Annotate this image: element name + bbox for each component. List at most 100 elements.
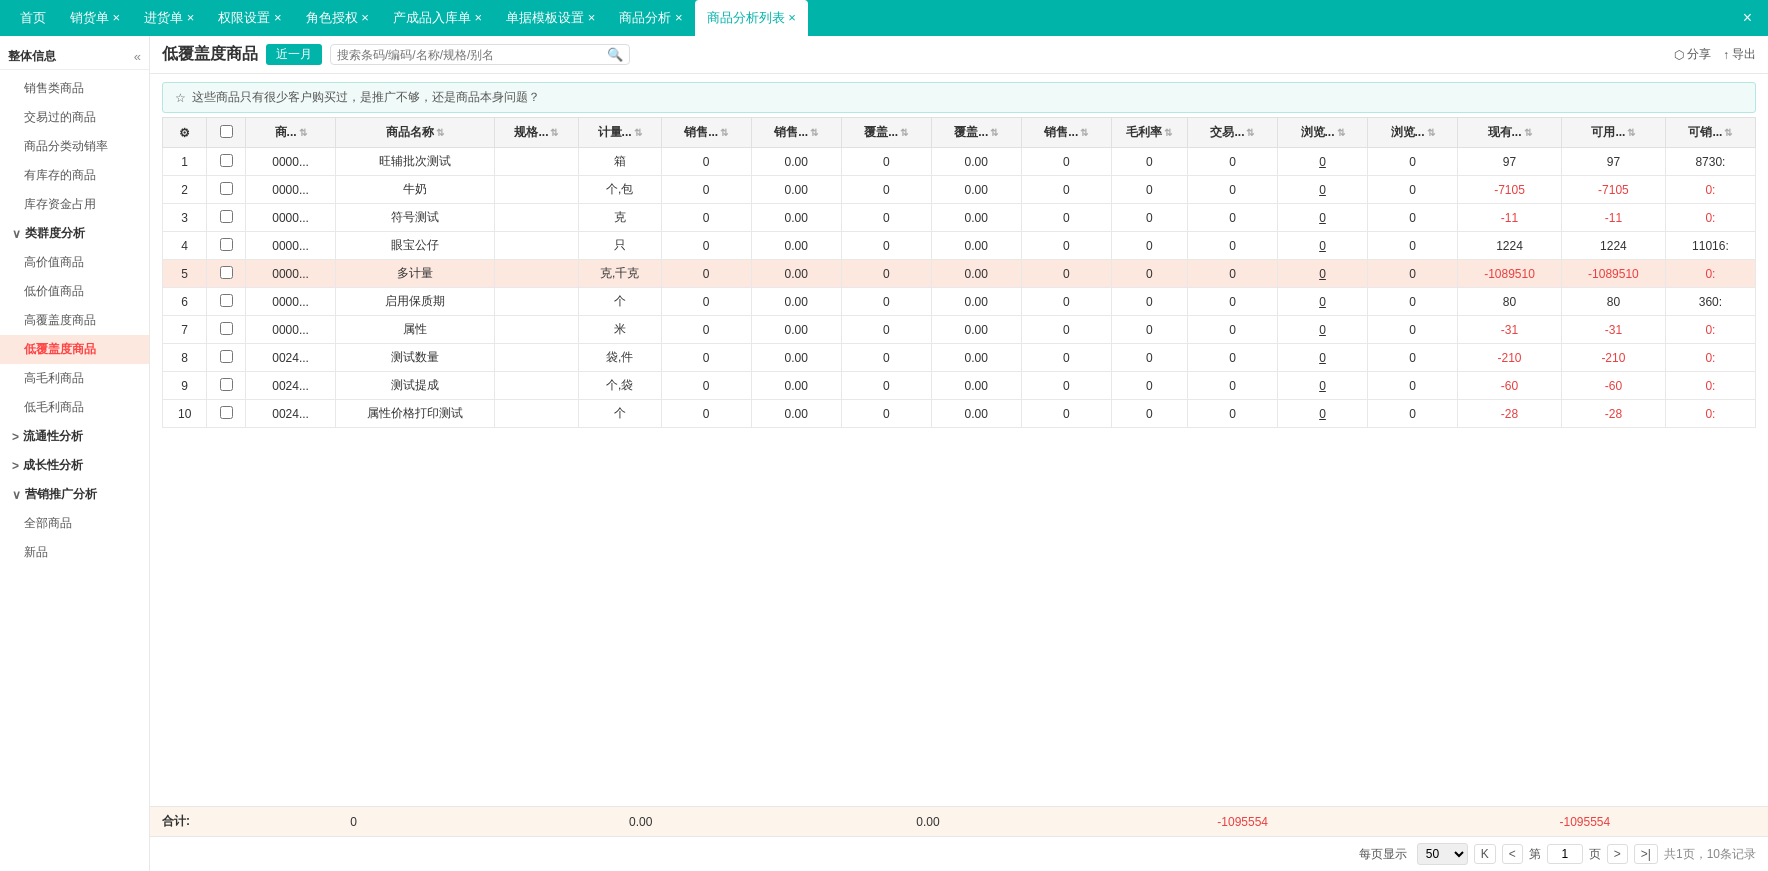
col-available-header[interactable]: 可用...⇅ xyxy=(1561,118,1665,148)
row-sellable: 11016: xyxy=(1665,232,1755,260)
share-button[interactable]: ⬡ 分享 xyxy=(1674,46,1711,63)
col-cover2-header[interactable]: 覆盖...⇅ xyxy=(931,118,1021,148)
col-browse1-header[interactable]: 浏览...⇅ xyxy=(1278,118,1368,148)
sidebar-section-flow[interactable]: > 流通性分析 xyxy=(0,422,149,451)
row-checkbox[interactable] xyxy=(207,372,246,400)
sidebar-item-capital[interactable]: 库存资金占用 xyxy=(0,190,149,219)
row-browse2: 0 xyxy=(1368,148,1458,176)
row-browse1[interactable]: 0 xyxy=(1278,260,1368,288)
nav-home[interactable]: 首页 xyxy=(8,0,58,36)
page-label: 第 xyxy=(1529,846,1541,863)
close-button[interactable]: × xyxy=(1735,9,1760,27)
row-browse1[interactable]: 0 xyxy=(1278,316,1368,344)
settings-icon[interactable]: ⚙ xyxy=(179,126,190,140)
col-name-header[interactable]: 商品名称⇅ xyxy=(336,118,495,148)
table-container[interactable]: ⚙ 商...⇅ 商品名称⇅ 规格...⇅ 计量...⇅ 销售...⇅ 销售...… xyxy=(150,117,1768,806)
export-button[interactable]: ↑ 导出 xyxy=(1723,46,1756,63)
select-all-checkbox[interactable] xyxy=(220,125,233,138)
row-browse1[interactable]: 0 xyxy=(1278,148,1368,176)
col-sales1-header[interactable]: 销售...⇅ xyxy=(661,118,751,148)
sidebar-section-marketing[interactable]: ∨ 营销推广分析 xyxy=(0,480,149,509)
sidebar-item-all-goods[interactable]: 全部商品 xyxy=(0,509,149,538)
col-cover1-header[interactable]: 覆盖...⇅ xyxy=(841,118,931,148)
col-checkbox-header[interactable] xyxy=(207,118,246,148)
nav-analysis-list[interactable]: 商品分析列表 × xyxy=(695,0,808,36)
last-page-btn[interactable]: >| xyxy=(1634,844,1658,864)
sidebar-item-low-coverage[interactable]: 低覆盖度商品 xyxy=(0,335,149,364)
col-spec-header[interactable]: 规格...⇅ xyxy=(495,118,578,148)
prev-page-btn[interactable]: < xyxy=(1502,844,1523,864)
table-row: 6 0000... 启用保质期 个 0 0.00 0 0.00 0 0 0 0 … xyxy=(163,288,1756,316)
row-checkbox[interactable] xyxy=(207,232,246,260)
row-available: 80 xyxy=(1561,288,1665,316)
row-checkbox[interactable] xyxy=(207,176,246,204)
period-button[interactable]: 近一月 xyxy=(266,44,322,65)
search-input[interactable] xyxy=(337,48,607,62)
row-browse1[interactable]: 0 xyxy=(1278,400,1368,428)
col-sellable-header[interactable]: 可销...⇅ xyxy=(1665,118,1755,148)
nav-product[interactable]: 产成品入库单 × xyxy=(381,0,494,36)
row-browse1[interactable]: 0 xyxy=(1278,344,1368,372)
sidebar-item-high-margin[interactable]: 高毛利商品 xyxy=(0,364,149,393)
first-page-btn[interactable]: K xyxy=(1474,844,1496,864)
row-browse1[interactable]: 0 xyxy=(1278,372,1368,400)
sidebar-item-low-value[interactable]: 低价值商品 xyxy=(0,277,149,306)
row-browse1[interactable]: 0 xyxy=(1278,204,1368,232)
sidebar-item-high-coverage[interactable]: 高覆盖度商品 xyxy=(0,306,149,335)
nav-permissions[interactable]: 权限设置 × xyxy=(206,0,293,36)
col-sales3-header[interactable]: 销售...⇅ xyxy=(1021,118,1111,148)
main-layout: 整体信息 « 销售类商品 交易过的商品 商品分类动销率 有库存的商品 库存资金占… xyxy=(0,36,1768,871)
row-sales2: 0.00 xyxy=(751,260,841,288)
row-sales1: 0 xyxy=(661,316,751,344)
nav-analysis[interactable]: 商品分析 × xyxy=(607,0,694,36)
sidebar-item-category-rate[interactable]: 商品分类动销率 xyxy=(0,132,149,161)
col-unit-header[interactable]: 计量...⇅ xyxy=(578,118,661,148)
col-current-header[interactable]: 现有...⇅ xyxy=(1458,118,1562,148)
sidebar-section-group[interactable]: ∨ 类群度分析 xyxy=(0,219,149,248)
nav-role[interactable]: 角色授权 × xyxy=(294,0,381,36)
row-cover2: 0.00 xyxy=(931,260,1021,288)
sidebar-item-high-value[interactable]: 高价值商品 xyxy=(0,248,149,277)
col-trade-header[interactable]: 交易...⇅ xyxy=(1187,118,1277,148)
sidebar-collapse-btn[interactable]: « xyxy=(134,49,141,64)
sidebar-item-inventory-goods[interactable]: 有库存的商品 xyxy=(0,161,149,190)
nav-purchase[interactable]: 进货单 × xyxy=(132,0,206,36)
info-text: 这些商品只有很少客户购买过，是推广不够，还是商品本身问题？ xyxy=(192,89,540,106)
sidebar-item-new-goods[interactable]: 新品 xyxy=(0,538,149,567)
row-checkbox[interactable] xyxy=(207,316,246,344)
row-checkbox[interactable] xyxy=(207,260,246,288)
row-sales3: 0 xyxy=(1021,148,1111,176)
search-icon: 🔍 xyxy=(607,47,623,62)
sidebar-item-traded-goods[interactable]: 交易过的商品 xyxy=(0,103,149,132)
col-settings[interactable]: ⚙ xyxy=(163,118,207,148)
row-checkbox[interactable] xyxy=(207,148,246,176)
row-checkbox[interactable] xyxy=(207,204,246,232)
page-size-select[interactable]: 50 100 200 xyxy=(1417,843,1468,865)
col-code-header[interactable]: 商...⇅ xyxy=(246,118,336,148)
row-browse1[interactable]: 0 xyxy=(1278,288,1368,316)
nav-template[interactable]: 单据模板设置 × xyxy=(494,0,607,36)
row-num: 2 xyxy=(163,176,207,204)
sidebar-section-marketing-label: 营销推广分析 xyxy=(25,486,97,503)
row-checkbox[interactable] xyxy=(207,288,246,316)
row-browse1[interactable]: 0 xyxy=(1278,232,1368,260)
row-cover2: 0.00 xyxy=(931,288,1021,316)
row-cover1: 0 xyxy=(841,176,931,204)
nav-sales[interactable]: 销货单 × xyxy=(58,0,132,36)
page-input[interactable] xyxy=(1547,844,1583,864)
col-browse2-header[interactable]: 浏览...⇅ xyxy=(1368,118,1458,148)
next-page-btn[interactable]: > xyxy=(1607,844,1628,864)
row-checkbox[interactable] xyxy=(207,344,246,372)
col-sales2-header[interactable]: 销售...⇅ xyxy=(751,118,841,148)
sidebar-section-growth[interactable]: > 成长性分析 xyxy=(0,451,149,480)
sidebar-item-low-margin[interactable]: 低毛利商品 xyxy=(0,393,149,422)
row-sales3: 0 xyxy=(1021,344,1111,372)
row-browse1[interactable]: 0 xyxy=(1278,176,1368,204)
row-browse2: 0 xyxy=(1368,372,1458,400)
row-sales3: 0 xyxy=(1021,176,1111,204)
row-checkbox[interactable] xyxy=(207,400,246,428)
row-sales2: 0.00 xyxy=(751,288,841,316)
col-gross-header[interactable]: 毛利率⇅ xyxy=(1111,118,1187,148)
row-sales1: 0 xyxy=(661,176,751,204)
sidebar-item-sales-goods[interactable]: 销售类商品 xyxy=(0,74,149,103)
